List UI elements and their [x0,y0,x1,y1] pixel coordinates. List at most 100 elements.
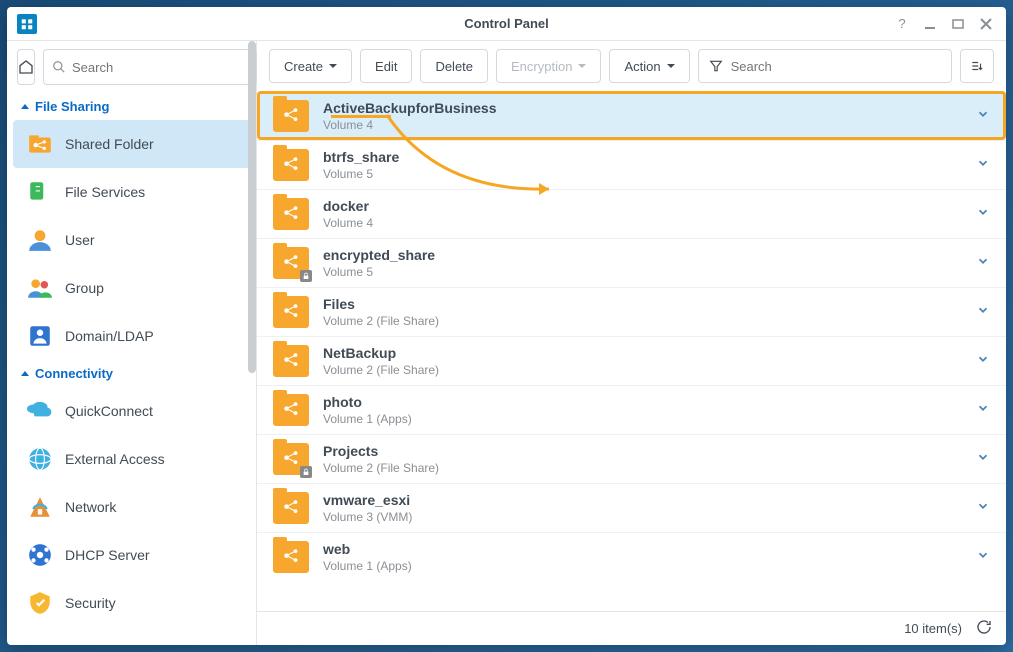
chevron-down-icon[interactable] [976,205,990,224]
user-icon [27,227,53,253]
chevron-down-icon[interactable] [976,254,990,273]
dhcp-server-icon [27,542,53,568]
folder-row[interactable]: ProjectsVolume 2 (File Share) [257,434,1006,483]
section-title: Connectivity [35,366,113,381]
lock-icon [300,466,312,478]
sidebar-search[interactable] [43,49,257,85]
folder-volume: Volume 5 [323,167,976,181]
chevron-down-icon[interactable] [976,156,990,175]
shared-folder-icon [273,149,309,181]
sidebar-item-label: External Access [65,451,165,467]
sidebar-item-network[interactable]: Network [13,483,250,531]
folder-row[interactable]: ActiveBackupforBusinessVolume 4 [257,91,1006,140]
shared-folder-icon [273,296,309,328]
minimize-icon[interactable] [920,14,940,34]
shared-folder-icon [273,394,309,426]
sidebar-item-group[interactable]: Group [13,264,250,312]
folder-volume: Volume 2 (File Share) [323,363,976,377]
sidebar-item-label: Security [65,595,116,611]
file-services-icon [27,179,53,205]
folder-name: NetBackup [323,345,976,361]
folder-volume: Volume 1 (Apps) [323,412,976,426]
edit-button[interactable]: Edit [360,49,412,83]
quickconnect-icon [27,398,53,424]
shared-folder-icon [273,492,309,524]
chevron-up-icon [21,104,29,109]
filter-icon [709,59,723,73]
action-button[interactable]: Action [609,49,689,83]
toolbar: Create Edit Delete Encryption Action [257,41,1006,91]
chevron-down-icon[interactable] [976,499,990,518]
sidebar-item-file-services[interactable]: File Services [13,168,250,216]
chevron-down-icon[interactable] [976,303,990,322]
encryption-button[interactable]: Encryption [496,49,601,83]
sidebar-item-user[interactable]: User [13,216,250,264]
sidebar-item-label: QuickConnect [65,403,153,419]
folder-row[interactable]: encrypted_shareVolume 5 [257,238,1006,287]
chevron-down-icon[interactable] [976,352,990,371]
statusbar: 10 item(s) [257,611,1006,645]
app-icon [17,14,37,34]
shared-folder-icon [273,345,309,377]
delete-button[interactable]: Delete [420,49,488,83]
folder-name: Files [323,296,976,312]
sidebar-search-input[interactable] [72,60,248,75]
folder-list: ActiveBackupforBusinessVolume 4btrfs_sha… [257,91,1006,611]
maximize-icon[interactable] [948,14,968,34]
section-title: File Sharing [35,99,109,114]
scrollbar[interactable] [248,41,256,373]
toolbar-search[interactable] [698,49,952,83]
folder-row[interactable]: btrfs_share Volume 5 [257,140,1006,189]
folder-volume: Volume 3 (VMM) [323,510,976,524]
chevron-down-icon[interactable] [976,107,990,126]
sidebar-item-quickconnect[interactable]: QuickConnect [13,387,250,435]
folder-row[interactable]: photoVolume 1 (Apps) [257,385,1006,434]
sidebar-item-label: Group [65,280,104,296]
sidebar-item-label: File Services [65,184,145,200]
folder-name: btrfs_share [323,149,976,165]
create-button[interactable]: Create [269,49,352,83]
chevron-down-icon[interactable] [976,450,990,469]
home-button[interactable] [17,49,35,85]
search-icon [52,60,66,74]
folder-name: ActiveBackupforBusiness [323,100,976,116]
folder-row[interactable]: vmware_esxi Volume 3 (VMM) [257,483,1006,532]
caret-down-icon [578,64,586,68]
section-header[interactable]: Connectivity [7,360,256,387]
sidebar-item-label: User [65,232,95,248]
sidebar-item-label: Network [65,499,116,515]
titlebar: Control Panel ? [7,7,1006,41]
sidebar-item-external-access[interactable]: External Access [13,435,250,483]
folder-row[interactable]: NetBackup Volume 2 (File Share) [257,336,1006,385]
folder-name: web [323,541,976,557]
shared-folder-icon [27,131,53,157]
chevron-up-icon [21,371,29,376]
close-icon[interactable] [976,14,996,34]
shared-folder-icon [273,541,309,573]
security-icon [27,590,53,616]
chevron-down-icon[interactable] [976,548,990,567]
folder-name: docker [323,198,976,214]
caret-down-icon [329,64,337,68]
sidebar-item-security[interactable]: Security [13,579,250,627]
folder-name: vmware_esxi [323,492,976,508]
sidebar-item-label: Domain/LDAP [65,328,154,344]
shared-folder-icon [273,247,309,279]
lock-icon [300,270,312,282]
chevron-down-icon[interactable] [976,401,990,420]
caret-down-icon [667,64,675,68]
sort-button[interactable] [960,49,994,83]
toolbar-search-input[interactable] [731,59,941,74]
sidebar-item-domain-ldap[interactable]: Domain/LDAP [13,312,250,360]
group-icon [27,275,53,301]
help-icon[interactable]: ? [892,14,912,34]
refresh-button[interactable] [976,619,992,638]
sidebar-item-dhcp-server[interactable]: DHCP Server [13,531,250,579]
folder-row[interactable]: dockerVolume 4 [257,189,1006,238]
control-panel-window: Control Panel ? File Sharing Shared Folde… [7,7,1006,645]
sidebar-item-shared-folder[interactable]: Shared Folder [13,120,250,168]
folder-row[interactable]: webVolume 1 (Apps) [257,532,1006,581]
section-header[interactable]: File Sharing [7,93,256,120]
folder-row[interactable]: FilesVolume 2 (File Share) [257,287,1006,336]
folder-name: Projects [323,443,976,459]
